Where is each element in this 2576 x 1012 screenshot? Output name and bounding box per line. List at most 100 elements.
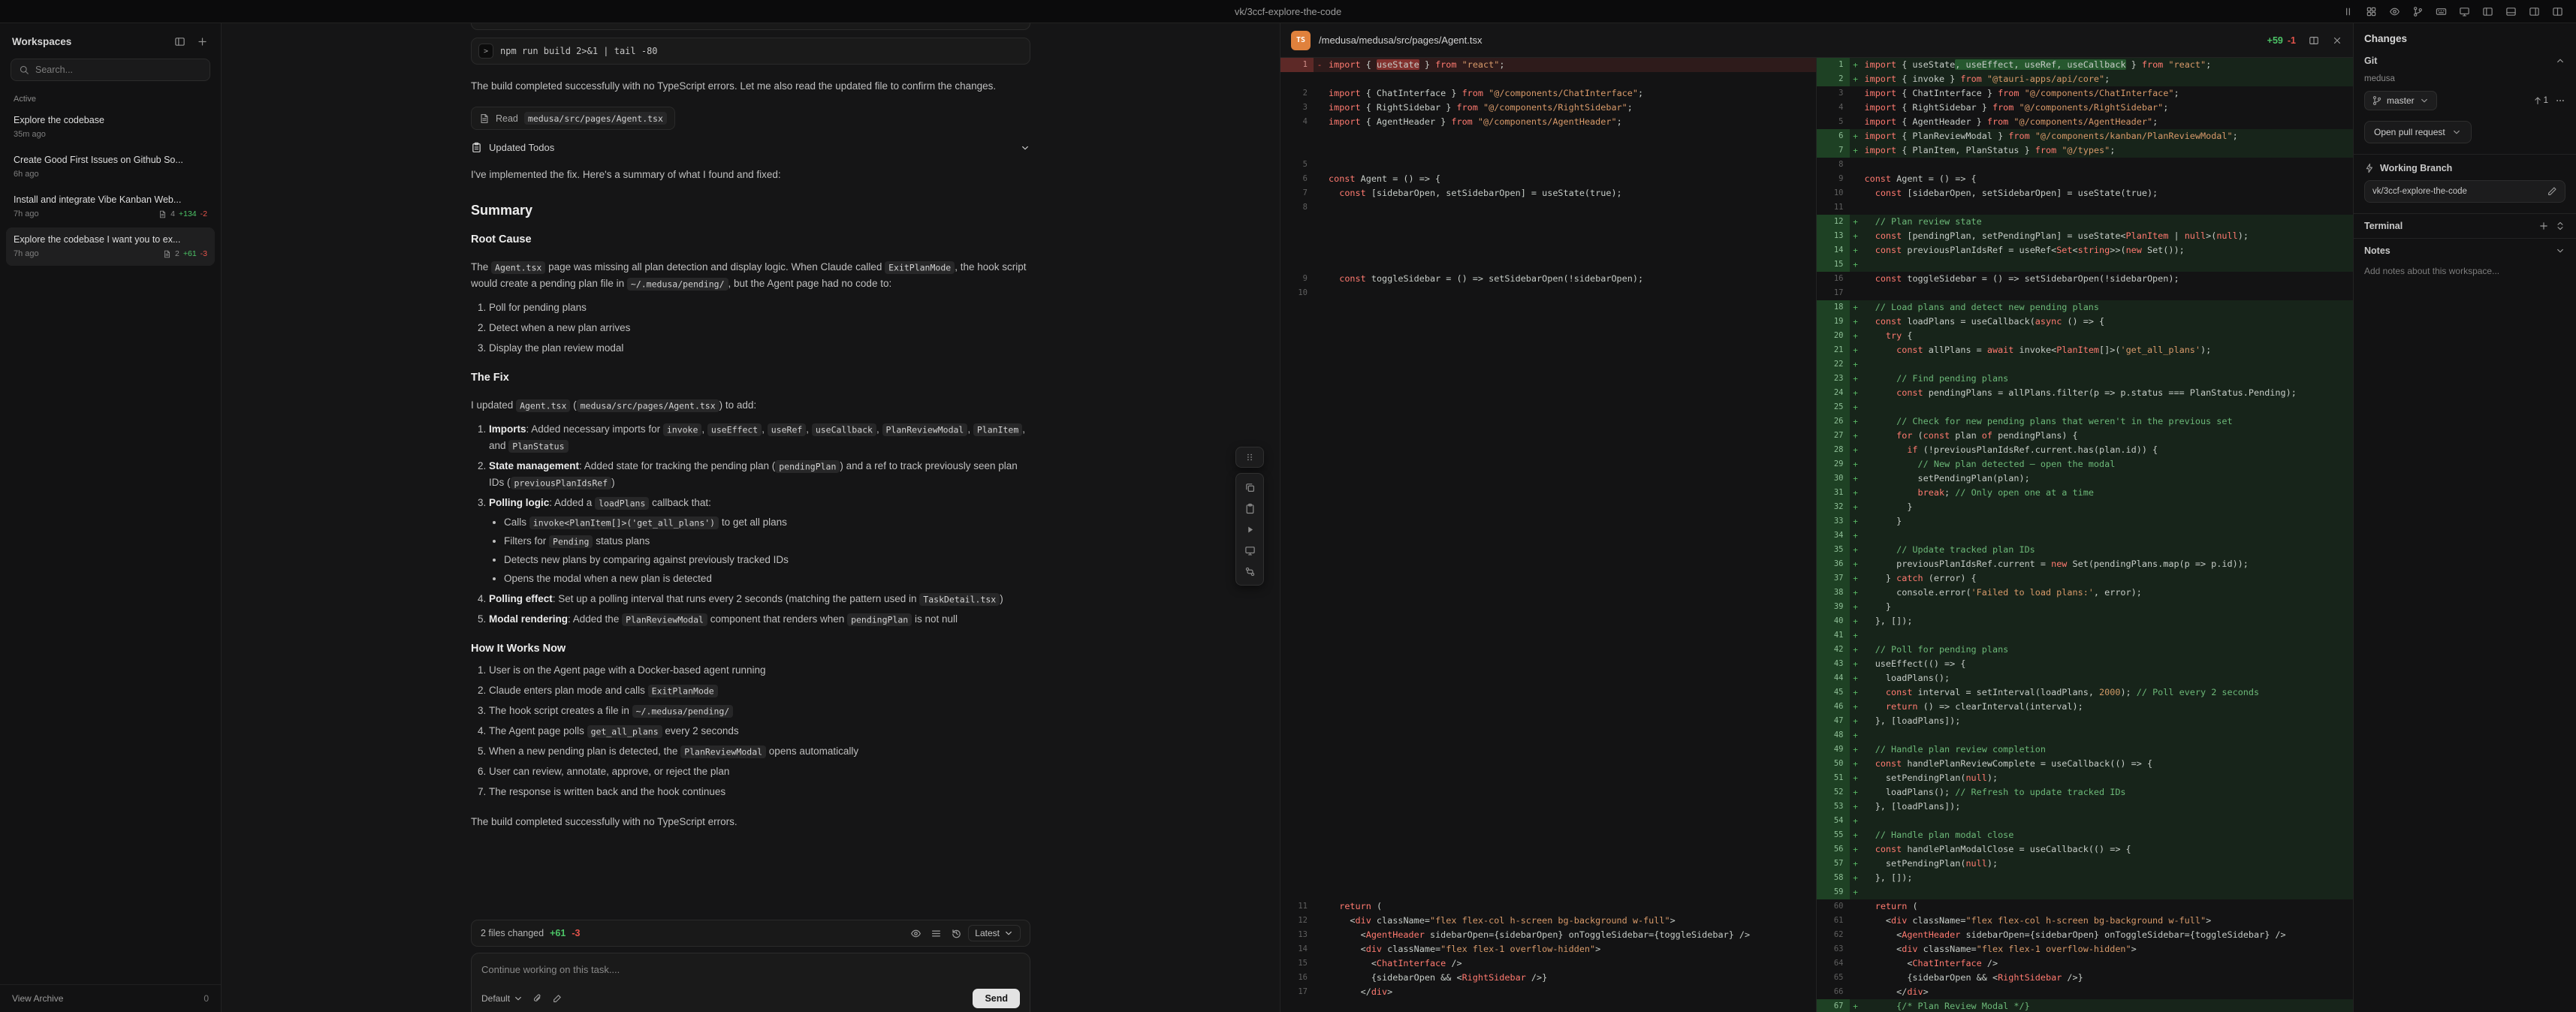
code-line: }, []); [1862, 614, 2354, 628]
plus-button[interactable] [195, 35, 209, 48]
edit-button[interactable] [552, 993, 563, 1004]
diff-body[interactable]: 1-import { useState } from "react";1+imp… [1280, 58, 2353, 1012]
file-read-chip[interactable]: Readmedusa/src/pages/Agent.tsx [471, 107, 675, 130]
diff-marker: + [1850, 657, 1862, 671]
eye-button[interactable] [2387, 5, 2401, 19]
latest-dropdown[interactable]: Latest [968, 925, 1021, 941]
diff-line-add: 26+ // Check for new pending plans that … [1817, 414, 2354, 429]
keyboard-button[interactable] [2434, 5, 2448, 19]
monitor-button[interactable] [1236, 540, 1263, 561]
inline-code: medusa/src/pages/Agent.tsx [577, 399, 719, 412]
eye-button[interactable] [910, 928, 922, 939]
code-line: }, []); [1862, 871, 2354, 885]
panel-bottom-button[interactable] [2504, 5, 2517, 19]
diff-row: 4import { AgentHeader } from "@/componen… [1280, 115, 2353, 129]
diff-row: 26+ // Check for new pending plans that … [1280, 414, 2353, 429]
notes-placeholder[interactable]: Add notes about this workspace... [2354, 263, 2576, 284]
code-line [1862, 728, 2354, 742]
list-item: Imports: Added necessary imports for inv… [489, 421, 1030, 454]
diff-row: 58+ }, []); [1280, 871, 2353, 885]
terminal-command: npm run build 2>&1 | tail -80 [500, 46, 658, 56]
mode-dropdown[interactable]: Default [481, 993, 523, 1004]
monitor-button[interactable] [2457, 5, 2471, 19]
panel-left-button[interactable] [173, 35, 186, 48]
notes-collapse-button[interactable] [2555, 245, 2565, 256]
terminal-expand-button[interactable] [2555, 221, 2565, 231]
chat-scroll-area[interactable]: >npm run build 2>&1 | tail -80 The build … [222, 23, 1280, 920]
zap-icon [2364, 163, 2375, 173]
panel-left-button[interactable] [2481, 5, 2494, 19]
diff-marker: + [1850, 600, 1862, 614]
workspace-item[interactable]: Install and integrate Vibe Kanban Web...… [6, 188, 215, 226]
code-line: // New plan detected — open the modal [1862, 457, 2354, 471]
diff-marker: + [1850, 728, 1862, 742]
diff-line-add: 55+ // Handle plan modal close [1817, 828, 2354, 842]
plus-icon [2538, 221, 2549, 231]
send-button[interactable]: Send [973, 989, 1020, 1008]
open-pr-button[interactable]: Open pull request [2364, 121, 2472, 143]
updated-todos-row[interactable]: Updated Todos [471, 142, 1030, 153]
line-number: 62 [1817, 928, 1850, 942]
ahead-indicator: 1 [2532, 95, 2548, 106]
layout-grid-button[interactable] [2364, 5, 2378, 19]
search-input[interactable] [35, 65, 202, 75]
diff-panel: TS /medusa/medusa/src/pages/Agent.tsx +5… [1280, 23, 2353, 1012]
columns-button[interactable] [2550, 5, 2564, 19]
diff-row: 52+ loadPlans(); // Refresh to update tr… [1280, 785, 2353, 800]
panel-right-button[interactable] [2527, 5, 2541, 19]
workspace-item[interactable]: Explore the codebase I want you to ex...… [6, 227, 215, 266]
clipboard-button[interactable] [1236, 498, 1263, 519]
diff-line-add: 14+ const previousPlanIdsRef = useRef<Se… [1817, 243, 2354, 258]
diff-line-ctx: 8 [1280, 200, 1817, 215]
edit-branch-button[interactable] [2547, 186, 2557, 197]
code-line: const [sidebarOpen, setSidebarOpen] = us… [1862, 186, 2354, 200]
rows-button[interactable] [931, 928, 942, 939]
branch-selector[interactable]: master [2364, 91, 2437, 110]
line-number: 19 [1817, 315, 1850, 329]
diff-row: 7+import { PlanItem, PlanStatus } from "… [1280, 143, 2353, 158]
pause-button[interactable] [2341, 5, 2354, 19]
arrow-up-icon [2532, 95, 2543, 106]
git-collapse-button[interactable] [2555, 56, 2565, 66]
diff-line-add: 27+ for (const plan of pendingPlans) { [1817, 429, 2354, 443]
workspace-search[interactable] [11, 59, 210, 81]
workspace-item[interactable]: Create Good First Issues on Github So...… [6, 148, 215, 186]
git-compare-button[interactable] [1236, 561, 1263, 582]
close-diff-button[interactable] [2332, 35, 2342, 46]
terminal-command-block[interactable]: >npm run build 2>&1 | tail -80 [471, 38, 1030, 65]
diff-marker [1314, 101, 1326, 115]
diff-row: 6const Agent = () => {9const Agent = () … [1280, 172, 2353, 186]
history-button[interactable] [951, 928, 962, 939]
diff-line-add: 56+ const handlePlanModalClose = useCall… [1817, 842, 2354, 857]
diff-row: 13+ const [pendingPlan, setPendingPlan] … [1280, 229, 2353, 243]
diff-row: 49+ // Handle plan review completion [1280, 742, 2353, 757]
diff-line-spacer [1280, 386, 1817, 400]
panel-bottom-icon [2505, 6, 2517, 17]
drag-handle[interactable] [1235, 447, 1264, 468]
git-branch-button[interactable] [2411, 5, 2424, 19]
working-branch-input[interactable]: vk/3ccf-explore-the-code [2364, 180, 2565, 203]
diff-line-spacer [1280, 742, 1817, 757]
copy-button[interactable] [1236, 477, 1263, 498]
play-button[interactable] [1236, 519, 1263, 540]
diff-marker: + [1850, 143, 1862, 158]
branch-more-button[interactable] [2555, 95, 2565, 106]
line-number: 40 [1817, 614, 1850, 628]
monitor-icon [2459, 6, 2470, 17]
message-input[interactable] [481, 964, 1020, 975]
split-view-button[interactable] [2309, 35, 2319, 46]
attach-button[interactable] [532, 993, 543, 1004]
chat-paragraph: The build completed successfully with no… [471, 78, 1030, 95]
diff-header: TS /medusa/medusa/src/pages/Agent.tsx +5… [1280, 23, 2353, 58]
collapsed-block-remnant[interactable] [471, 23, 1030, 30]
diff-marker: + [1850, 714, 1862, 728]
diff-line-add: 25+ [1817, 400, 2354, 414]
diff-stats: +59 -1 [2267, 35, 2296, 46]
code-line: } catch (error) { [1862, 571, 2354, 586]
repo-name: medusa [2354, 73, 2576, 88]
code-line: import { ChatInterface } from "@/compone… [1862, 86, 2354, 101]
view-archive-button[interactable]: View Archive 0 [0, 984, 221, 1012]
workspace-item[interactable]: Explore the codebase35m ago [6, 108, 215, 146]
new-terminal-button[interactable] [2538, 221, 2549, 231]
diff-line-spacer [1280, 72, 1817, 86]
